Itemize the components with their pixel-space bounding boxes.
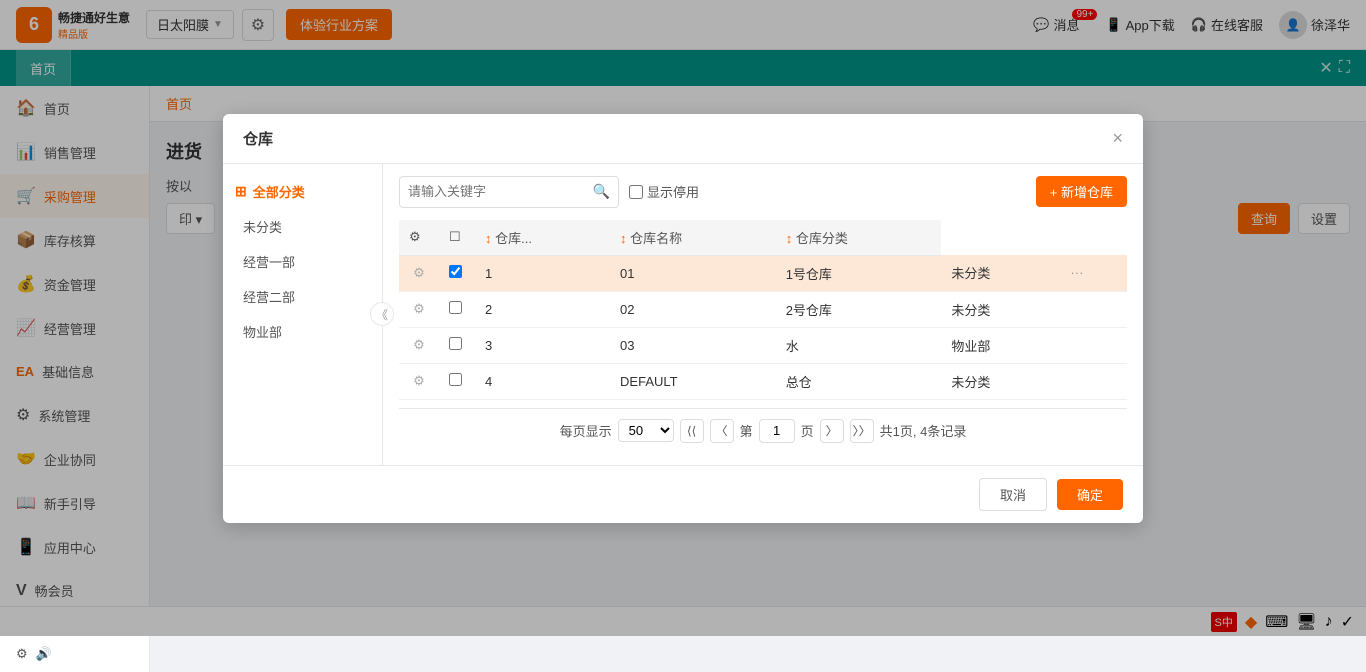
- modal-close-button[interactable]: ×: [1112, 128, 1123, 149]
- row-index: 3: [475, 327, 610, 363]
- row-more[interactable]: [1060, 363, 1127, 399]
- row-category: 物业部: [941, 327, 1060, 363]
- show-disabled-label[interactable]: 显示停用: [629, 182, 699, 201]
- table-header-row: ⚙ ☐ ↕ 仓库... ↕ 仓库名称 ↕ 仓库分类: [399, 220, 1127, 256]
- row-more[interactable]: [1060, 291, 1127, 327]
- sidebar-collapse-button[interactable]: 《: [370, 302, 394, 326]
- search-icon: 🔍: [593, 183, 610, 200]
- row-code: 01: [610, 255, 776, 291]
- row-checkbox[interactable]: [439, 327, 475, 363]
- col-name: ↕ 仓库名称: [610, 220, 776, 256]
- table-row[interactable]: ⚙ 2 02 2号仓库 未分类: [399, 291, 1127, 327]
- sidebar-category-property[interactable]: 物业部: [223, 314, 382, 349]
- all-categories-item[interactable]: ⊞ 全部分类: [223, 174, 382, 209]
- modal-footer: 取消 确定: [223, 465, 1143, 523]
- modal-sidebar: ⊞ 全部分类 未分类 经营一部 经营二部 物业部 《: [223, 164, 383, 465]
- search-input[interactable]: [408, 184, 593, 199]
- last-page-button[interactable]: 〉〉: [850, 419, 874, 443]
- row-code: 03: [610, 327, 776, 363]
- confirm-button[interactable]: 确定: [1057, 479, 1123, 510]
- row-more[interactable]: [1060, 327, 1127, 363]
- pagination: 每页显示 50 20 100 ⟨⟨ 〈 页 第 页 〉 〉〉 共1页, 4条记录: [399, 408, 1127, 453]
- cancel-button[interactable]: 取消: [979, 478, 1047, 511]
- table-row[interactable]: ⚙ 3 03 水 物业部: [399, 327, 1127, 363]
- col-category: ↕ 仓库分类: [776, 220, 942, 256]
- per-page-label: 每页显示: [560, 421, 612, 440]
- sidebar-category-dept1[interactable]: 经营一部: [223, 244, 382, 279]
- col-code: ↕ 仓库...: [475, 220, 610, 256]
- all-categories-label: 全部分类: [253, 182, 305, 201]
- row-code: 02: [610, 291, 776, 327]
- row-name: 水: [776, 327, 942, 363]
- row-category: 未分类: [941, 291, 1060, 327]
- row-gear: ⚙: [399, 255, 439, 291]
- table-row[interactable]: ⚙ 4 DEFAULT 总仓 未分类: [399, 363, 1127, 399]
- prev-page-button[interactable]: 〈: [710, 419, 734, 443]
- add-warehouse-button[interactable]: + 新增仓库: [1036, 176, 1127, 207]
- warehouse-table: ⚙ ☐ ↕ 仓库... ↕ 仓库名称 ↕ 仓库分类: [399, 220, 1127, 400]
- row-gear: ⚙: [399, 327, 439, 363]
- page-number-input[interactable]: [759, 419, 795, 443]
- row-checkbox[interactable]: [439, 291, 475, 327]
- row-more[interactable]: ···: [1060, 255, 1127, 291]
- modal-toolbar: 🔍 显示停用 + 新增仓库: [399, 176, 1127, 208]
- row-name: 总仓: [776, 363, 942, 399]
- page-size-select[interactable]: 50 20 100: [618, 419, 674, 442]
- row-name: 2号仓库: [776, 291, 942, 327]
- col-checkbox: ☐: [439, 220, 475, 256]
- search-box: 🔍: [399, 176, 619, 208]
- row-index: 2: [475, 291, 610, 327]
- row-gear: ⚙: [399, 363, 439, 399]
- row-code: DEFAULT: [610, 363, 776, 399]
- row-index: 1: [475, 255, 610, 291]
- col-gear: ⚙: [399, 220, 439, 256]
- page-label-post: 页: [801, 421, 814, 440]
- row-category: 未分类: [941, 255, 1060, 291]
- row-index: 4: [475, 363, 610, 399]
- row-checkbox[interactable]: [439, 363, 475, 399]
- total-records-label: 共1页, 4条记录: [880, 421, 967, 440]
- row-name: 1号仓库: [776, 255, 942, 291]
- first-page-button[interactable]: ⟨⟨: [680, 419, 704, 443]
- bottom-sound-icon: 🔊: [36, 646, 52, 662]
- page-word: 第: [740, 421, 753, 440]
- sidebar-category-dept2[interactable]: 经营二部: [223, 279, 382, 314]
- show-disabled-checkbox[interactable]: [629, 185, 643, 199]
- row-category: 未分类: [941, 363, 1060, 399]
- row-checkbox[interactable]: [439, 255, 475, 291]
- sidebar-category-unclassified[interactable]: 未分类: [223, 209, 382, 244]
- modal-title: 仓库: [243, 128, 273, 149]
- show-disabled-text: 显示停用: [647, 182, 699, 201]
- bottom-gear-icon: ⚙: [16, 646, 28, 662]
- table-row[interactable]: ⚙ 1 01 1号仓库 未分类 ···: [399, 255, 1127, 291]
- modal-header: 仓库 ×: [223, 114, 1143, 164]
- modal-body: ⊞ 全部分类 未分类 经营一部 经营二部 物业部 《 🔍: [223, 164, 1143, 465]
- modal-main: 🔍 显示停用 + 新增仓库 ⚙ ☐: [383, 164, 1143, 465]
- warehouse-modal: 仓库 × ⊞ 全部分类 未分类 经营一部 经营二部 物业部 《: [223, 114, 1143, 523]
- grid-icon: ⊞: [235, 183, 247, 200]
- next-page-button[interactable]: 〉: [820, 419, 844, 443]
- sidebar-settings-button[interactable]: ⚙ 🔊: [0, 636, 149, 672]
- row-gear: ⚙: [399, 291, 439, 327]
- sidebar-bottom: ⚙ 🔊: [0, 636, 149, 672]
- modal-overlay: 仓库 × ⊞ 全部分类 未分类 经营一部 经营二部 物业部 《: [0, 0, 1366, 636]
